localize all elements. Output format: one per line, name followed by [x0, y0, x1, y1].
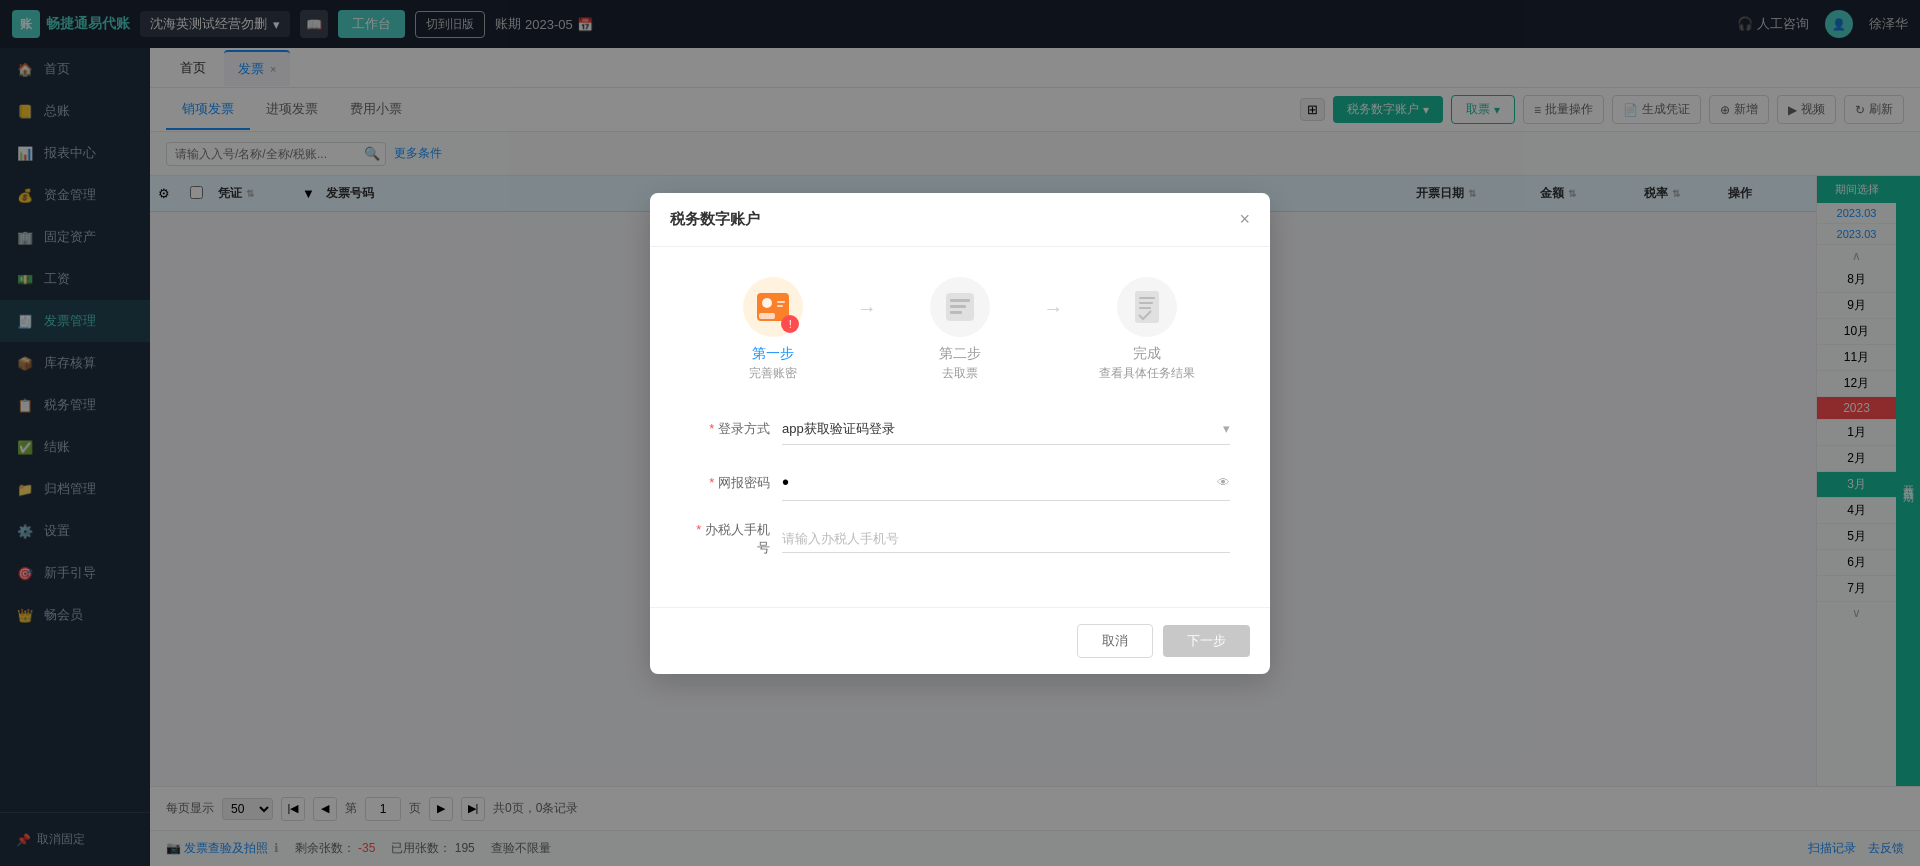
step-1-icon-wrap: !	[743, 277, 803, 337]
password-input[interactable]	[782, 471, 1209, 494]
required-star: *	[709, 421, 714, 436]
step-3: 完成 查看具体任务结果	[1063, 277, 1230, 382]
svg-rect-2	[759, 313, 775, 319]
modal-footer: 取消 下一步	[650, 607, 1270, 674]
phone-control	[782, 525, 1230, 553]
svg-point-1	[762, 298, 772, 308]
password-input-wrapper: 👁	[782, 465, 1230, 501]
modal-close-button[interactable]: ×	[1239, 209, 1250, 230]
step-1-badge: !	[781, 315, 799, 333]
password-control: 👁	[782, 465, 1230, 501]
step-3-icon	[1127, 287, 1167, 327]
step-arrow-2: →	[1043, 277, 1063, 320]
login-method-row: * 登录方式 app获取验证码登录 ▾	[690, 414, 1230, 445]
phone-input[interactable]	[782, 525, 1230, 553]
svg-rect-8	[950, 311, 962, 314]
svg-rect-3	[777, 301, 785, 303]
chevron-down-icon: ▾	[1223, 421, 1230, 436]
modal: 税务数字账户 ×	[650, 193, 1270, 674]
steps: ! 第一步 完善账密 →	[690, 277, 1230, 382]
svg-rect-11	[1139, 302, 1153, 304]
modal-body: ! 第一步 完善账密 →	[650, 247, 1270, 607]
step-1: ! 第一步 完善账密	[690, 277, 857, 382]
step-3-label: 完成	[1133, 345, 1161, 363]
phone-row: * 办税人手机号	[690, 521, 1230, 557]
required-star-3: *	[696, 522, 701, 537]
svg-rect-10	[1139, 297, 1155, 299]
next-button[interactable]: 下一步	[1163, 625, 1250, 657]
login-method-control: app获取验证码登录 ▾	[782, 414, 1230, 445]
step-1-desc: 完善账密	[749, 365, 797, 382]
step-2-icon	[940, 287, 980, 327]
phone-label: * 办税人手机号	[690, 521, 770, 557]
modal-overlay[interactable]: 税务数字账户 ×	[0, 0, 1920, 866]
eye-icon[interactable]: 👁	[1217, 475, 1230, 490]
svg-rect-12	[1139, 307, 1151, 309]
step-arrow-1: →	[857, 277, 877, 320]
login-method-select[interactable]: app获取验证码登录 ▾	[782, 414, 1230, 445]
step-2-desc: 去取票	[942, 365, 978, 382]
password-label: * 网报密码	[690, 474, 770, 492]
cancel-button[interactable]: 取消	[1077, 624, 1153, 658]
modal-header: 税务数字账户 ×	[650, 193, 1270, 247]
modal-form: * 登录方式 app获取验证码登录 ▾ * 网报密码	[690, 414, 1230, 557]
step-2: 第二步 去取票	[877, 277, 1044, 382]
step-3-icon-wrap	[1117, 277, 1177, 337]
svg-rect-4	[777, 305, 783, 307]
required-star-2: *	[709, 475, 714, 490]
step-2-label: 第二步	[939, 345, 981, 363]
svg-rect-6	[950, 299, 970, 302]
login-method-label: * 登录方式	[690, 420, 770, 438]
modal-title: 税务数字账户	[670, 210, 760, 229]
password-row: * 网报密码 👁	[690, 465, 1230, 501]
login-method-value: app获取验证码登录	[782, 420, 895, 438]
step-3-desc: 查看具体任务结果	[1099, 365, 1195, 382]
svg-rect-7	[950, 305, 966, 308]
step-1-label: 第一步	[752, 345, 794, 363]
step-2-icon-wrap	[930, 277, 990, 337]
